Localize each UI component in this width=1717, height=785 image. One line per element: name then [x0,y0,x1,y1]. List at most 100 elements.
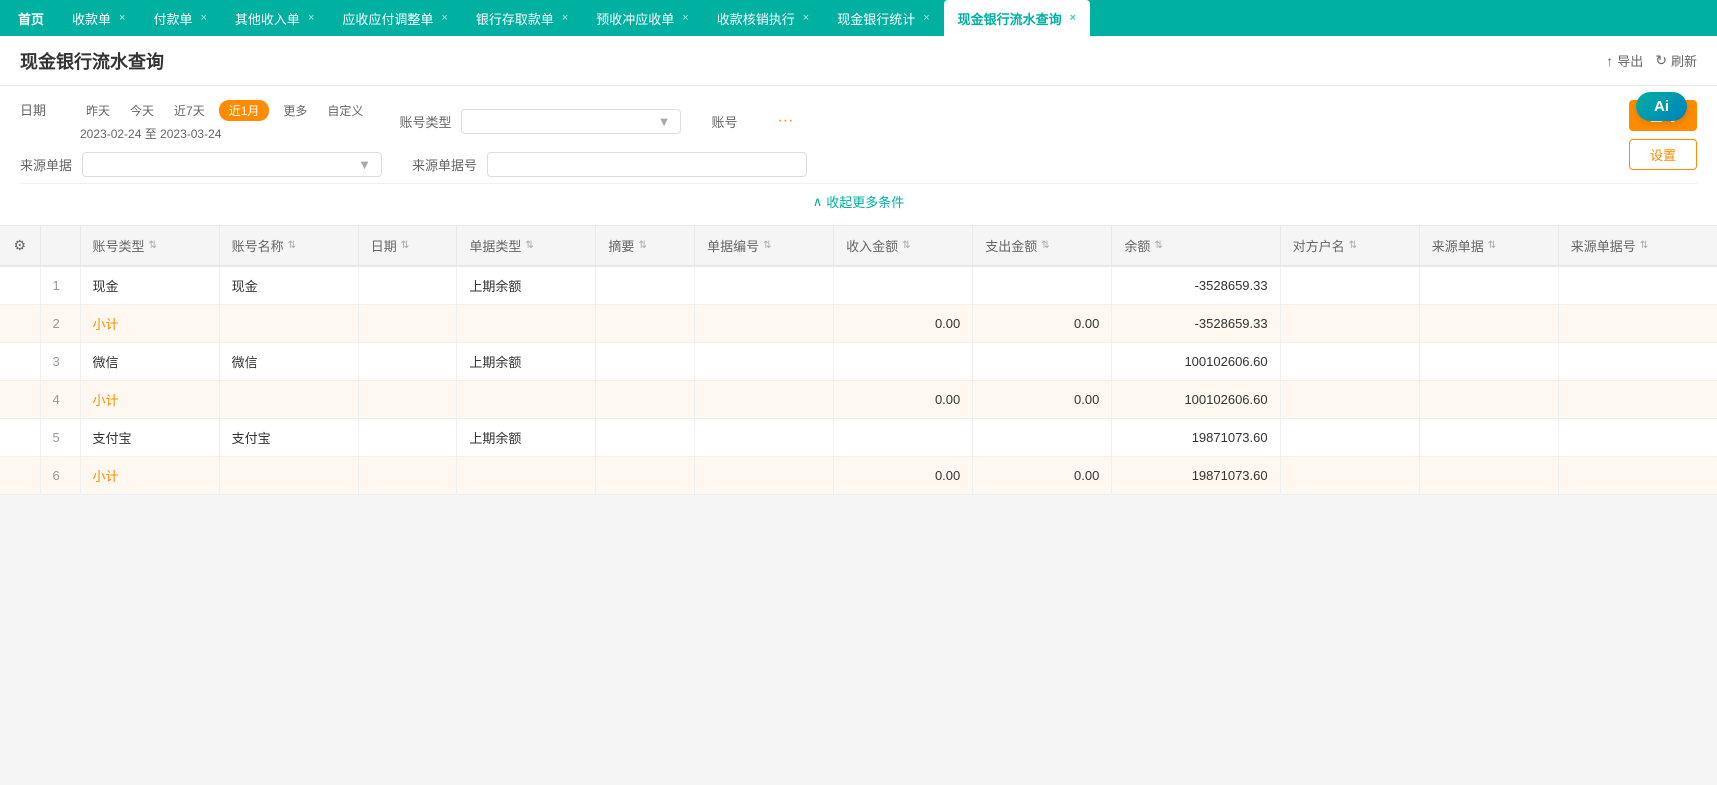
nav-item-cash-bank-flow[interactable]: 现金银行流水查询 × [944,0,1090,36]
cell-gear [0,457,40,495]
nav-receipts-close[interactable]: × [119,12,125,24]
th-source-doc-no[interactable]: 来源单据号⇅ [1558,226,1717,266]
date-opt-more[interactable]: 更多 [277,100,313,121]
cell-doc-no [695,419,834,457]
date-opt-week[interactable]: 近7天 [168,100,211,121]
nav-item-collection-verify[interactable]: 收款核销执行 × [703,0,823,36]
cell-summary [596,381,695,419]
nav-other-income-close[interactable]: × [308,12,314,24]
cell-account-type: 支付宝 [80,419,219,457]
th-gear[interactable]: ⚙ [0,226,40,266]
top-nav: 首页 收款单 × 付款单 × 其他收入单 × 应收应付调整单 × 银行存取款单 … [0,0,1717,36]
date-options: 昨天 今天 近7天 近1月 更多 自定义 [80,100,369,121]
nav-ar-adjust-close[interactable]: × [441,12,447,24]
cell-expense [973,419,1112,457]
cell-source-doc-no [1558,419,1717,457]
date-range: 2023-02-24 至 2023-03-24 [80,125,369,142]
refresh-label: 刷新 [1671,51,1697,70]
collapse-bar[interactable]: ∧ 收起更多条件 [20,183,1697,211]
cell-source-doc [1419,457,1558,495]
th-balance[interactable]: 余额⇅ [1112,226,1280,266]
date-opt-month[interactable]: 近1月 [219,100,270,121]
nav-payments-close[interactable]: × [200,12,206,24]
cell-account-name: 支付宝 [219,419,358,457]
cell-counterpart [1280,457,1419,495]
cell-counterpart [1280,266,1419,305]
cell-account-name [219,381,358,419]
gear-icon[interactable]: ⚙ [13,237,26,253]
refresh-button[interactable]: ↻ 刷新 [1655,51,1697,70]
cell-account-name: 现金 [219,266,358,305]
nav-bank-deposit-close[interactable]: × [562,12,568,24]
sort-summary-icon: ⇅ [638,240,646,251]
sort-source-doc-icon: ⇅ [1488,240,1496,251]
nav-collection-verify-label: 收款核销执行 [717,9,795,28]
nav-payments-label: 付款单 [153,9,192,28]
source-doc-select[interactable]: ▼ [82,152,382,177]
sort-doc-no-icon: ⇅ [763,240,771,251]
th-summary[interactable]: 摘要⇅ [596,226,695,266]
nav-item-receipts[interactable]: 收款单 × [58,0,139,36]
cell-gear [0,305,40,343]
th-doc-no[interactable]: 单据编号⇅ [695,226,834,266]
nav-item-advance-offset[interactable]: 预收冲应收单 × [582,0,702,36]
cell-expense: 0.00 [973,457,1112,495]
cell-doc-type: 上期余额 [457,266,596,305]
sort-account-name-icon: ⇅ [288,240,296,251]
th-counterpart[interactable]: 对方户名⇅ [1280,226,1419,266]
table-row: 4小计0.000.00100102606.60 [0,381,1717,419]
table-container: ⚙ 账号类型⇅ 账号名称⇅ 日期⇅ 单据类型⇅ 摘要⇅ [0,226,1717,495]
th-income[interactable]: 收入金额⇅ [834,226,973,266]
nav-cash-bank-flow-label: 现金银行流水查询 [958,9,1062,28]
date-opt-custom[interactable]: 自定义 [321,100,369,121]
table-row: 3微信微信上期余额100102606.60 [0,343,1717,381]
nav-item-ar-adjust[interactable]: 应收应付调整单 × [328,0,461,36]
nav-item-cash-bank-stats[interactable]: 现金银行统计 × [823,0,943,36]
cell-source-doc-no [1558,457,1717,495]
nav-cash-bank-flow-close[interactable]: × [1070,12,1076,24]
cell-source-doc-no [1558,381,1717,419]
nav-advance-offset-close[interactable]: × [682,12,688,24]
th-source-doc[interactable]: 来源单据⇅ [1419,226,1558,266]
source-doc-no-input[interactable] [487,152,807,177]
export-icon: ↑ [1606,53,1613,69]
table-row: 2小计0.000.00-3528659.33 [0,305,1717,343]
account-type-select[interactable]: ▼ [461,109,681,134]
cell-source-doc [1419,343,1558,381]
header-actions: ↑ 导出 ↻ 刷新 [1606,51,1697,70]
sort-account-type-icon: ⇅ [149,240,157,251]
account-type-label: 账号类型 [399,112,451,131]
cell-account-type: 小计 [80,305,219,343]
cell-counterpart [1280,419,1419,457]
th-expense[interactable]: 支出金额⇅ [973,226,1112,266]
cell-account-name [219,457,358,495]
cell-doc-no [695,305,834,343]
nav-receipts-label: 收款单 [72,9,111,28]
cell-summary [596,343,695,381]
cell-seq: 3 [40,343,80,381]
settings-button[interactable]: 设置 [1629,139,1697,170]
account-ellipsis[interactable]: ··· [771,112,799,130]
source-doc-chevron: ▼ [358,157,371,172]
nav-item-other-income[interactable]: 其他收入单 × [221,0,328,36]
date-opt-yesterday[interactable]: 昨天 [80,100,116,121]
nav-advance-offset-label: 预收冲应收单 [596,9,674,28]
data-table: ⚙ 账号类型⇅ 账号名称⇅ 日期⇅ 单据类型⇅ 摘要⇅ [0,226,1717,495]
nav-item-payments[interactable]: 付款单 × [139,0,220,36]
date-opt-today[interactable]: 今天 [124,100,160,121]
cell-income [834,266,973,305]
cell-doc-no [695,457,834,495]
nav-item-bank-deposit[interactable]: 银行存取款单 × [462,0,582,36]
nav-item-home[interactable]: 首页 [4,0,58,36]
ai-button[interactable]: Ai [1636,92,1687,121]
th-date[interactable]: 日期⇅ [358,226,457,266]
cell-account-type: 小计 [80,457,219,495]
th-account-name[interactable]: 账号名称⇅ [219,226,358,266]
export-button[interactable]: ↑ 导出 [1606,51,1643,70]
cell-seq: 5 [40,419,80,457]
th-doc-type[interactable]: 单据类型⇅ [457,226,596,266]
cell-date [358,343,457,381]
th-account-type[interactable]: 账号类型⇅ [80,226,219,266]
nav-collection-verify-close[interactable]: × [803,12,809,24]
nav-cash-bank-stats-close[interactable]: × [923,12,929,24]
